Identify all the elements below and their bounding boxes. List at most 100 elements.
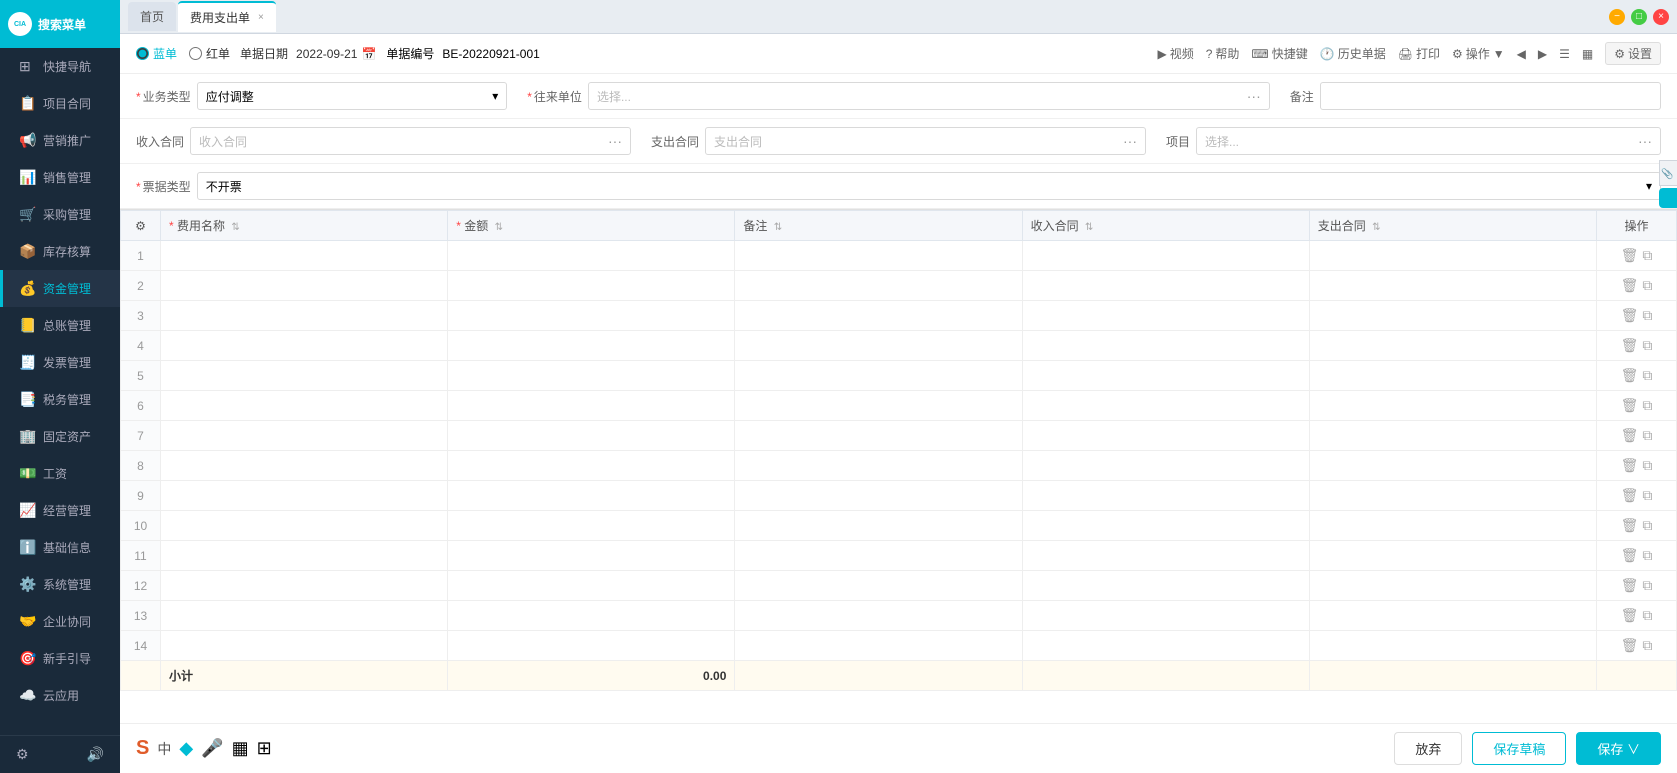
remark-cell[interactable] <box>735 571 1022 601</box>
delete-row-icon[interactable]: 🗑 <box>1621 247 1639 264</box>
expense-contract-cell[interactable] <box>1309 571 1596 601</box>
expense-name-cell[interactable] <box>161 571 448 601</box>
tab-expense-bill[interactable]: 费用支出单 × <box>178 1 276 32</box>
calendar-icon[interactable]: 📅 <box>361 47 376 61</box>
blue-radio-input[interactable] <box>136 47 149 60</box>
amount-cell[interactable] <box>448 541 735 571</box>
income-contract-dots[interactable]: ··· <box>608 133 622 149</box>
copy-row-icon[interactable]: ⧉ <box>1642 307 1652 324</box>
income-contract-cell[interactable] <box>1022 331 1309 361</box>
expense-name-cell[interactable] <box>161 511 448 541</box>
shortcut-action[interactable]: ⌨ 快捷键 <box>1251 45 1307 62</box>
expense-name-cell[interactable] <box>161 481 448 511</box>
sidebar-item-assets[interactable]: 🏢 固定资产 <box>0 418 120 455</box>
right-tab-green[interactable] <box>1659 188 1677 208</box>
right-tab-1[interactable]: 📎 <box>1659 160 1677 186</box>
sidebar-item-enterprise[interactable]: 🤝 企业协同 <box>0 603 120 640</box>
remark-cell[interactable] <box>735 451 1022 481</box>
delete-row-icon[interactable]: 🗑 <box>1621 547 1639 564</box>
settings-icon[interactable]: ⚙ <box>16 746 29 763</box>
copy-row-icon[interactable]: ⧉ <box>1642 577 1652 594</box>
remark-cell[interactable] <box>735 481 1022 511</box>
amount-cell[interactable] <box>448 601 735 631</box>
income-contract-cell[interactable] <box>1022 241 1309 271</box>
remark-cell[interactable] <box>735 361 1022 391</box>
delete-row-icon[interactable]: 🗑 <box>1621 367 1639 384</box>
income-contract-cell[interactable] <box>1022 361 1309 391</box>
list-view-icon[interactable]: ☰ <box>1559 47 1570 61</box>
copy-row-icon[interactable]: ⧉ <box>1642 367 1652 384</box>
amount-cell[interactable] <box>448 271 735 301</box>
remark-cell[interactable] <box>735 511 1022 541</box>
project-dots[interactable]: ··· <box>1638 133 1652 149</box>
remark-cell[interactable] <box>735 421 1022 451</box>
delete-row-icon[interactable]: 🗑 <box>1621 307 1639 324</box>
expense-name-cell[interactable] <box>161 631 448 661</box>
save-button[interactable]: 保存 ∨ <box>1576 732 1661 765</box>
sidebar-item-capital[interactable]: 💰 资金管理 <box>0 270 120 307</box>
expense-name-cell[interactable] <box>161 361 448 391</box>
help-action[interactable]: ? 帮助 <box>1206 45 1240 62</box>
sidebar-item-ledger[interactable]: 📒 总账管理 <box>0 307 120 344</box>
expense-name-cell[interactable] <box>161 601 448 631</box>
delete-row-icon[interactable]: 🗑 <box>1621 397 1639 414</box>
sort-amount[interactable]: ⇅ <box>495 222 503 233</box>
income-contract-cell[interactable] <box>1022 451 1309 481</box>
settings-button[interactable]: ⚙ 设置 <box>1605 42 1661 65</box>
save-draft-button[interactable]: 保存草稿 <box>1472 732 1566 765</box>
grid-view-icon[interactable]: ▦ <box>1582 47 1593 61</box>
speaker-icon[interactable]: 🔊 <box>87 746 104 763</box>
expense-contract-cell[interactable] <box>1309 481 1596 511</box>
remark-input[interactable] <box>1320 82 1661 110</box>
table-icon[interactable]: ▦ <box>232 738 249 759</box>
amount-cell[interactable] <box>448 511 735 541</box>
copy-row-icon[interactable]: ⧉ <box>1642 637 1652 654</box>
delete-row-icon[interactable]: 🗑 <box>1621 577 1639 594</box>
expense-contract-cell[interactable] <box>1309 241 1596 271</box>
delete-row-icon[interactable]: 🗑 <box>1621 637 1639 654</box>
expense-name-cell[interactable] <box>161 271 448 301</box>
income-contract-cell[interactable] <box>1022 481 1309 511</box>
amount-cell[interactable] <box>448 301 735 331</box>
copy-row-icon[interactable]: ⧉ <box>1642 247 1652 264</box>
remark-cell[interactable] <box>735 241 1022 271</box>
expense-name-cell[interactable] <box>161 451 448 481</box>
close-tab-icon[interactable]: × <box>258 12 264 23</box>
amount-cell[interactable] <box>448 481 735 511</box>
amount-cell[interactable] <box>448 451 735 481</box>
expense-contract-cell[interactable] <box>1309 421 1596 451</box>
expense-contract-cell[interactable] <box>1309 361 1596 391</box>
amount-cell[interactable] <box>448 331 735 361</box>
partner-dots[interactable]: ··· <box>1247 88 1261 104</box>
video-action[interactable]: ▶ 视频 <box>1157 45 1193 62</box>
income-contract-cell[interactable] <box>1022 571 1309 601</box>
remark-cell[interactable] <box>735 301 1022 331</box>
copy-row-icon[interactable]: ⧉ <box>1642 547 1652 564</box>
red-radio-input[interactable] <box>189 47 202 60</box>
nav-prev-icon[interactable]: ◀ <box>1517 47 1526 61</box>
copy-row-icon[interactable]: ⧉ <box>1642 277 1652 294</box>
expense-contract-cell[interactable] <box>1309 511 1596 541</box>
remark-cell[interactable] <box>735 271 1022 301</box>
income-contract-cell[interactable] <box>1022 601 1309 631</box>
diamond-icon[interactable]: ◆ <box>179 738 193 759</box>
discard-button[interactable]: 放弃 <box>1394 732 1462 765</box>
copy-row-icon[interactable]: ⧉ <box>1642 517 1652 534</box>
remark-cell[interactable] <box>735 541 1022 571</box>
sidebar-item-cloud[interactable]: ☁️ 云应用 <box>0 677 120 714</box>
remark-cell[interactable] <box>735 631 1022 661</box>
expense-name-cell[interactable] <box>161 241 448 271</box>
expense-name-cell[interactable] <box>161 541 448 571</box>
income-contract-cell[interactable] <box>1022 391 1309 421</box>
close-window-button[interactable]: × <box>1653 9 1669 25</box>
sidebar-item-invoice[interactable]: 🧾 发票管理 <box>0 344 120 381</box>
copy-row-icon[interactable]: ⧉ <box>1642 427 1652 444</box>
sidebar-item-project-contract[interactable]: 📋 项目合同 <box>0 85 120 122</box>
amount-cell[interactable] <box>448 631 735 661</box>
sidebar-item-ops[interactable]: 📈 经营管理 <box>0 492 120 529</box>
amount-cell[interactable] <box>448 391 735 421</box>
zhong-icon[interactable]: 中 <box>157 739 171 759</box>
sidebar-item-procurement[interactable]: 🛒 采购管理 <box>0 196 120 233</box>
history-action[interactable]: 🕐 历史单据 <box>1320 45 1386 62</box>
delete-row-icon[interactable]: 🗑 <box>1621 277 1639 294</box>
